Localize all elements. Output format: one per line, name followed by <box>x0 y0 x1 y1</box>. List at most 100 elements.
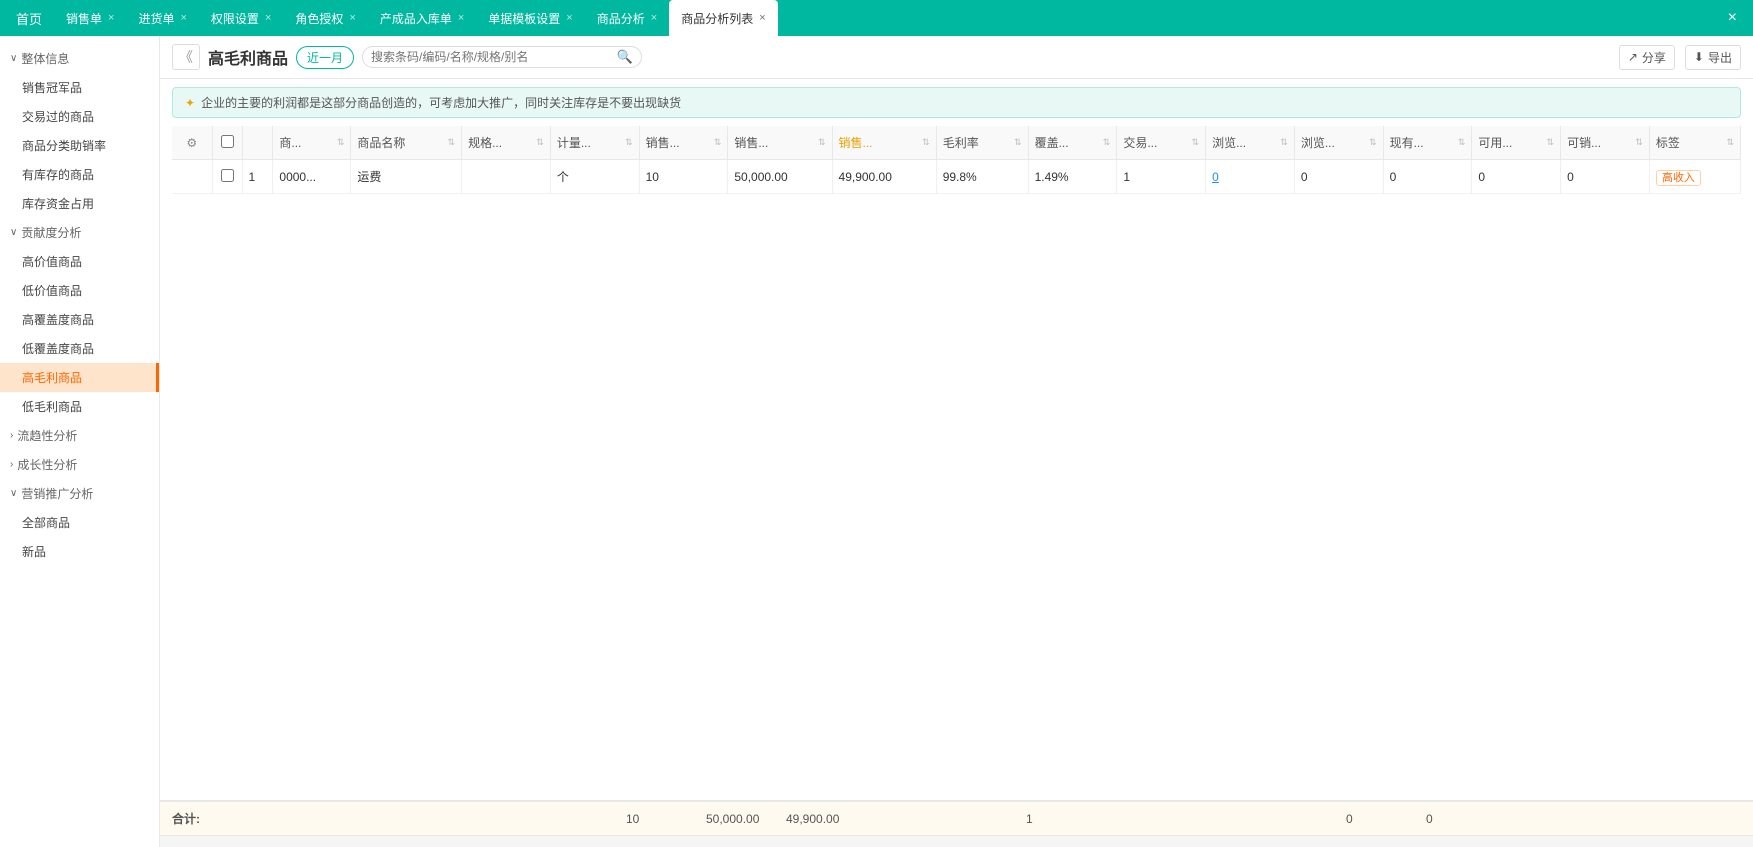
th-browse2[interactable]: 浏览...⇅ <box>1294 126 1383 160</box>
th-code[interactable]: 商...⇅ <box>273 126 351 160</box>
cell-browse1[interactable]: 0 <box>1206 160 1295 194</box>
filter-recent-month-button[interactable]: 近一月 <box>296 46 354 69</box>
sidebar-item-all-goods[interactable]: 全部商品 <box>0 508 159 537</box>
nav-product-entry[interactable]: 产成品入库单 × <box>368 0 476 36</box>
main-layout: ∨ 整体信息 销售冠军品 交易过的商品 商品分类助销率 有库存的商品 库存资金占… <box>0 36 1753 847</box>
sidebar-group-marketing-analysis[interactable]: ∨ 营销推广分析 <box>0 479 159 508</box>
close-order-template[interactable]: × <box>566 12 572 24</box>
sort-unit-icon: ⇅ <box>625 137 633 148</box>
th-coverage[interactable]: 覆盖...⇅ <box>1028 126 1117 160</box>
nav-role-permission[interactable]: 角色授权 × <box>283 0 367 36</box>
th-browse1[interactable]: 浏览...⇅ <box>1206 126 1295 160</box>
search-box[interactable]: 🔍 <box>362 46 642 68</box>
sidebar-item-goods-conversion[interactable]: 商品分类助销率 <box>0 131 159 160</box>
expand-arrow-growth: › <box>10 459 13 470</box>
cell-available: 0 <box>1472 160 1561 194</box>
sort-current-stock-icon: ⇅ <box>1458 137 1466 148</box>
page-title: 高毛利商品 <box>208 45 288 69</box>
sidebar-item-high-margin[interactable]: 高毛利商品 <box>0 363 159 392</box>
table-header-row: ⚙ 商...⇅ 商品名称⇅ 规格...⇅ 计量...⇅ 销售...⇅ 销售...… <box>172 126 1741 160</box>
row-checkbox[interactable] <box>221 169 234 182</box>
data-table: ⚙ 商...⇅ 商品名称⇅ 规格...⇅ 计量...⇅ 销售...⇅ 销售...… <box>172 126 1741 194</box>
sort-browse1-icon: ⇅ <box>1280 137 1288 148</box>
th-sales-profit[interactable]: 销售...⇅ <box>832 126 936 160</box>
footer-available: 0 <box>1340 812 1420 826</box>
footer-empty7 <box>940 812 1020 826</box>
sort-spec-icon: ⇅ <box>536 137 544 148</box>
nav-permission-settings[interactable]: 权限设置 × <box>199 0 283 36</box>
th-name[interactable]: 商品名称⇅ <box>351 126 462 160</box>
close-product-analysis[interactable]: × <box>651 12 657 24</box>
sidebar-item-traded-goods[interactable]: 交易过的商品 <box>0 102 159 131</box>
sort-tag-icon: ⇅ <box>1726 137 1734 148</box>
footer-empty2 <box>300 812 380 826</box>
sidebar-group-value-analysis[interactable]: ∨ 贡献度分析 <box>0 218 159 247</box>
sidebar-item-inventory-goods[interactable]: 有库存的商品 <box>0 160 159 189</box>
footer-empty4 <box>460 812 540 826</box>
sidebar-item-inventory-occupation[interactable]: 库存资金占用 <box>0 189 159 218</box>
footer-saleable: 0 <box>1420 812 1500 826</box>
nav-sales-order[interactable]: 销售单 × <box>54 0 126 36</box>
footer-empty8 <box>1100 812 1180 826</box>
export-button[interactable]: ⬇ 导出 <box>1685 45 1741 70</box>
th-sales-qty[interactable]: 销售...⇅ <box>639 126 728 160</box>
cell-checkbox[interactable] <box>212 160 242 194</box>
th-tag[interactable]: 标签⇅ <box>1649 126 1740 160</box>
nav-purchase-order[interactable]: 进货单 × <box>126 0 198 36</box>
sidebar-item-sales-ranking[interactable]: 销售冠军品 <box>0 73 159 102</box>
sidebar-item-new-goods[interactable]: 新品 <box>0 537 159 566</box>
th-saleable[interactable]: 可销...⇅ <box>1561 126 1650 160</box>
th-current-stock[interactable]: 现有...⇅ <box>1383 126 1472 160</box>
sidebar-collapse-button[interactable]: 《 <box>172 44 200 70</box>
nav-order-template[interactable]: 单据模板设置 × <box>476 0 584 36</box>
th-margin-rate[interactable]: 毛利率⇅ <box>936 126 1028 160</box>
cell-tag: 高收入 <box>1649 160 1740 194</box>
footer-values: 10 50,000.00 49,900.00 1 0 0 <box>220 812 1741 826</box>
sidebar-group-trend-analysis[interactable]: › 流趋性分析 <box>0 421 159 450</box>
th-seq <box>242 126 273 160</box>
th-trade-count[interactable]: 交易...⇅ <box>1117 126 1206 160</box>
close-product-analysis-list[interactable]: × <box>759 12 765 24</box>
footer-empty5 <box>540 812 620 826</box>
footer-empty10 <box>1260 812 1340 826</box>
close-all-tabs[interactable]: × <box>1716 9 1749 27</box>
header-actions: ↗ 分享 ⬇ 导出 <box>1619 45 1741 70</box>
close-product-entry[interactable]: × <box>458 12 464 24</box>
th-settings[interactable]: ⚙ <box>172 126 212 160</box>
th-available[interactable]: 可用...⇅ <box>1472 126 1561 160</box>
sidebar-item-low-freq[interactable]: 低覆盖度商品 <box>0 334 159 363</box>
horizontal-scrollbar[interactable] <box>160 835 1753 847</box>
search-input[interactable] <box>371 50 617 64</box>
sidebar-group-growth-analysis[interactable]: › 成长性分析 <box>0 450 159 479</box>
footer-sales-profit: 49,900.00 <box>780 812 860 826</box>
close-sales-order[interactable]: × <box>108 12 114 24</box>
close-role-permission[interactable]: × <box>349 12 355 24</box>
expand-arrow-trend: › <box>10 430 13 441</box>
select-all-checkbox[interactable] <box>221 135 234 148</box>
sidebar-item-low-value[interactable]: 低价值商品 <box>0 276 159 305</box>
table-container[interactable]: ⚙ 商...⇅ 商品名称⇅ 规格...⇅ 计量...⇅ 销售...⇅ 销售...… <box>160 126 1753 800</box>
nav-home[interactable]: 首页 <box>4 0 54 36</box>
close-purchase-order[interactable]: × <box>180 12 186 24</box>
cell-margin-rate: 99.8% <box>936 160 1028 194</box>
th-sales-amount[interactable]: 销售...⇅ <box>728 126 832 160</box>
sort-coverage-icon: ⇅ <box>1103 137 1111 148</box>
th-spec[interactable]: 规格...⇅ <box>462 126 551 160</box>
close-permission-settings[interactable]: × <box>265 12 271 24</box>
sort-sales-qty-icon: ⇅ <box>714 137 722 148</box>
th-unit[interactable]: 计量...⇅ <box>550 126 639 160</box>
info-icon: ✦ <box>185 96 195 110</box>
sidebar-item-high-value[interactable]: 高价值商品 <box>0 247 159 276</box>
info-banner: ✦ 企业的主要的利润都是这部分商品创造的，可考虑加大推广，同时关注库存是不要出现… <box>172 87 1741 118</box>
nav-product-analysis[interactable]: 商品分析 × <box>585 0 669 36</box>
cell-name[interactable]: 运费 <box>351 160 462 194</box>
share-button[interactable]: ↗ 分享 <box>1619 45 1675 70</box>
browse1-link[interactable]: 0 <box>1212 170 1219 184</box>
sidebar-item-high-freq[interactable]: 高覆盖度商品 <box>0 305 159 334</box>
cell-unit: 个 <box>550 160 639 194</box>
sidebar-group-overall-info[interactable]: ∨ 整体信息 <box>0 44 159 73</box>
sidebar-item-low-margin[interactable]: 低毛利商品 <box>0 392 159 421</box>
nav-product-analysis-list[interactable]: 商品分析列表 × <box>669 0 777 36</box>
th-checkbox[interactable] <box>212 126 242 160</box>
footer-empty6 <box>860 812 940 826</box>
